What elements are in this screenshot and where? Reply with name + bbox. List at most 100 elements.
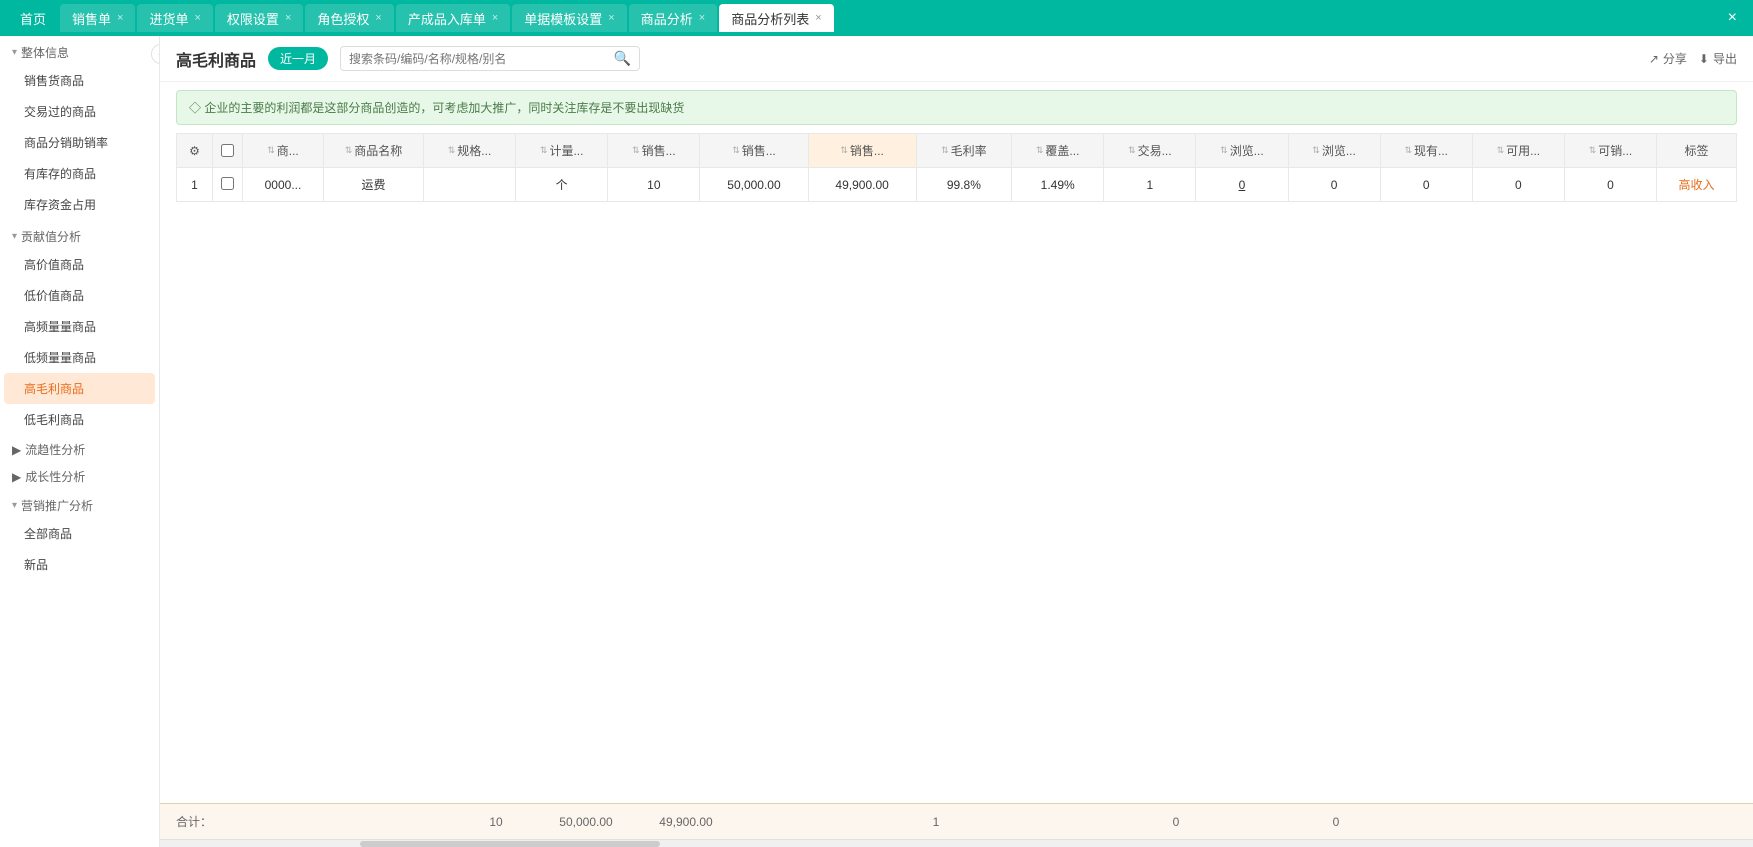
tab-sales-label: 销售单	[72, 9, 111, 28]
sidebar-group-value[interactable]: ▾ 贡献值分析	[0, 220, 159, 249]
col-margin-rate[interactable]: ⇅毛利率	[916, 134, 1011, 168]
sidebar-group-marketing[interactable]: ▾ 营销推广分析	[0, 489, 159, 518]
tab-template-label: 单据模板设置	[524, 9, 602, 28]
cell-cover-rate: 1.49%	[1012, 168, 1104, 202]
col-tag[interactable]: 标签	[1657, 134, 1737, 168]
content-area: 高毛利商品 近一月 🔍 ↗ 分享 ⬇ 导出 ◇ 企业的主要的利润都是这部分商品创…	[160, 36, 1753, 847]
content-header: 高毛利商品 近一月 🔍 ↗ 分享 ⬇ 导出	[160, 36, 1753, 82]
col-current-stock[interactable]: ⇅现有...	[1380, 134, 1472, 168]
sidebar-item-low-margin[interactable]: 低毛利商品	[0, 404, 159, 435]
col-sales-qty-sort-icon: ⇅	[632, 145, 640, 156]
cell-browse2: 0	[1288, 168, 1380, 202]
close-analysis-icon[interactable]: ×	[699, 12, 705, 24]
settings-icon[interactable]: ⚙	[189, 144, 200, 158]
tab-permission[interactable]: 权限设置 ×	[215, 4, 303, 32]
cell-browse1[interactable]: 0	[1196, 168, 1288, 202]
footer-total: 合计： 10 50,000.00 49,900.00 1 0 0	[160, 803, 1753, 839]
col-name[interactable]: ⇅商品名称	[323, 134, 423, 168]
col-sales-amount-sort-icon: ⇅	[732, 145, 740, 156]
tab-permission-label: 权限设置	[227, 9, 279, 28]
close-purchase-icon[interactable]: ×	[194, 12, 200, 24]
share-button[interactable]: ↗ 分享	[1649, 50, 1687, 67]
col-index[interactable]: ⚙	[177, 134, 213, 168]
close-analysis-list-icon[interactable]: ×	[815, 12, 821, 24]
browse1-link[interactable]: 0	[1239, 178, 1246, 192]
tab-role[interactable]: 角色授权 ×	[305, 4, 393, 32]
col-code-sort-icon: ⇅	[267, 145, 275, 156]
cell-sales-qty: 10	[608, 168, 700, 202]
col-spec-sort-icon: ⇅	[448, 145, 456, 156]
sidebar-item-all-goods[interactable]: 全部商品	[0, 518, 159, 549]
window-close-button[interactable]: ×	[1720, 9, 1745, 27]
bottom-scrollbar[interactable]	[160, 839, 1753, 847]
col-saleable[interactable]: ⇅可销...	[1564, 134, 1656, 168]
chevron-right-icon: ▶	[12, 443, 21, 457]
search-input[interactable]	[349, 52, 610, 66]
select-all-checkbox[interactable]	[221, 144, 234, 157]
tag-badge: 高收入	[1679, 178, 1715, 192]
sidebar-item-goods-analysis[interactable]: 商品分销助销率	[0, 127, 159, 158]
col-unit[interactable]: ⇅计量...	[516, 134, 608, 168]
col-sales-amount[interactable]: ⇅销售...	[700, 134, 808, 168]
row-checkbox[interactable]	[221, 177, 234, 190]
sidebar-item-high-margin[interactable]: 高毛利商品	[4, 373, 155, 404]
sidebar-item-sales-goods[interactable]: 销售货商品	[0, 65, 159, 96]
col-sales-qty[interactable]: ⇅销售...	[608, 134, 700, 168]
cell-sales-profit: 49,900.00	[808, 168, 916, 202]
close-role-icon[interactable]: ×	[375, 12, 381, 24]
col-browse1-sort-icon: ⇅	[1220, 145, 1228, 156]
col-trade-count[interactable]: ⇅交易...	[1104, 134, 1196, 168]
tab-analysis-label: 商品分析	[641, 9, 693, 28]
col-code[interactable]: ⇅商...	[243, 134, 324, 168]
col-available[interactable]: ⇅可用...	[1472, 134, 1564, 168]
tab-home-label: 首页	[20, 9, 46, 28]
close-template-icon[interactable]: ×	[608, 12, 614, 24]
period-button[interactable]: 近一月	[268, 47, 328, 70]
search-icon[interactable]: 🔍	[614, 50, 631, 67]
search-box: 🔍	[340, 46, 640, 71]
tab-purchase[interactable]: 进货单 ×	[137, 4, 212, 32]
col-cover-rate[interactable]: ⇅覆盖...	[1012, 134, 1104, 168]
col-browse1[interactable]: ⇅浏览...	[1196, 134, 1288, 168]
col-browse2[interactable]: ⇅浏览...	[1288, 134, 1380, 168]
col-sales-profit[interactable]: ⇅销售...	[808, 134, 916, 168]
col-sales-profit-sort-icon: ⇅	[840, 145, 848, 156]
sidebar-group-trend[interactable]: ▶ 流趋性分析	[0, 435, 159, 462]
sidebar-item-low-freq[interactable]: 低频量量商品	[0, 342, 159, 373]
close-finished-icon[interactable]: ×	[492, 12, 498, 24]
close-permission-icon[interactable]: ×	[285, 12, 291, 24]
sidebar-item-high-value[interactable]: 高价值商品	[0, 249, 159, 280]
tab-home[interactable]: 首页	[8, 4, 58, 32]
sidebar-group-overall[interactable]: ▾ 整体信息	[0, 36, 159, 65]
col-available-sort-icon: ⇅	[1497, 145, 1505, 156]
sidebar-item-new-goods[interactable]: 新品	[0, 549, 159, 580]
tab-finished[interactable]: 产成品入库单 ×	[396, 4, 510, 32]
close-sales-icon[interactable]: ×	[117, 12, 123, 24]
sidebar-item-stock-share[interactable]: 库存资金占用	[0, 189, 159, 220]
scrollbar-thumb[interactable]	[360, 841, 660, 847]
col-checkbox[interactable]	[213, 134, 243, 168]
tab-sales[interactable]: 销售单 ×	[60, 4, 135, 32]
footer-sales-amount: 50,000.00	[536, 815, 636, 829]
tab-template[interactable]: 单据模板设置 ×	[512, 4, 626, 32]
table-header-row: ⚙ ⇅商... ⇅商品名称 ⇅规格...	[177, 134, 1737, 168]
tab-analysis[interactable]: 商品分析 ×	[629, 4, 717, 32]
share-icon: ↗	[1649, 52, 1659, 66]
table-row: 1 0000... 运费 个 10 50,000.00 49,900.00 99…	[177, 168, 1737, 202]
cell-checkbox[interactable]	[213, 168, 243, 202]
cell-unit: 个	[516, 168, 608, 202]
export-button[interactable]: ⬇ 导出	[1699, 50, 1737, 67]
total-label: 合计：	[176, 813, 456, 830]
col-spec[interactable]: ⇅规格...	[423, 134, 515, 168]
col-trade-count-sort-icon: ⇅	[1128, 145, 1136, 156]
sidebar-item-low-value[interactable]: 低价值商品	[0, 280, 159, 311]
tab-analysis-list[interactable]: 商品分析列表 ×	[719, 4, 833, 32]
sidebar-group-growth[interactable]: ▶ 成长性分析	[0, 462, 159, 489]
tab-purchase-label: 进货单	[149, 9, 188, 28]
sidebar: « ▾ 整体信息 销售货商品 交易过的商品 商品分销助销率 有库存的商品 库存资…	[0, 36, 160, 847]
sidebar-item-stocked-goods[interactable]: 有库存的商品	[0, 158, 159, 189]
sidebar-item-traded-goods[interactable]: 交易过的商品	[0, 96, 159, 127]
chevron-down-icon: ▾	[12, 47, 17, 58]
sidebar-item-high-freq[interactable]: 高频量量商品	[0, 311, 159, 342]
col-browse2-sort-icon: ⇅	[1312, 145, 1320, 156]
